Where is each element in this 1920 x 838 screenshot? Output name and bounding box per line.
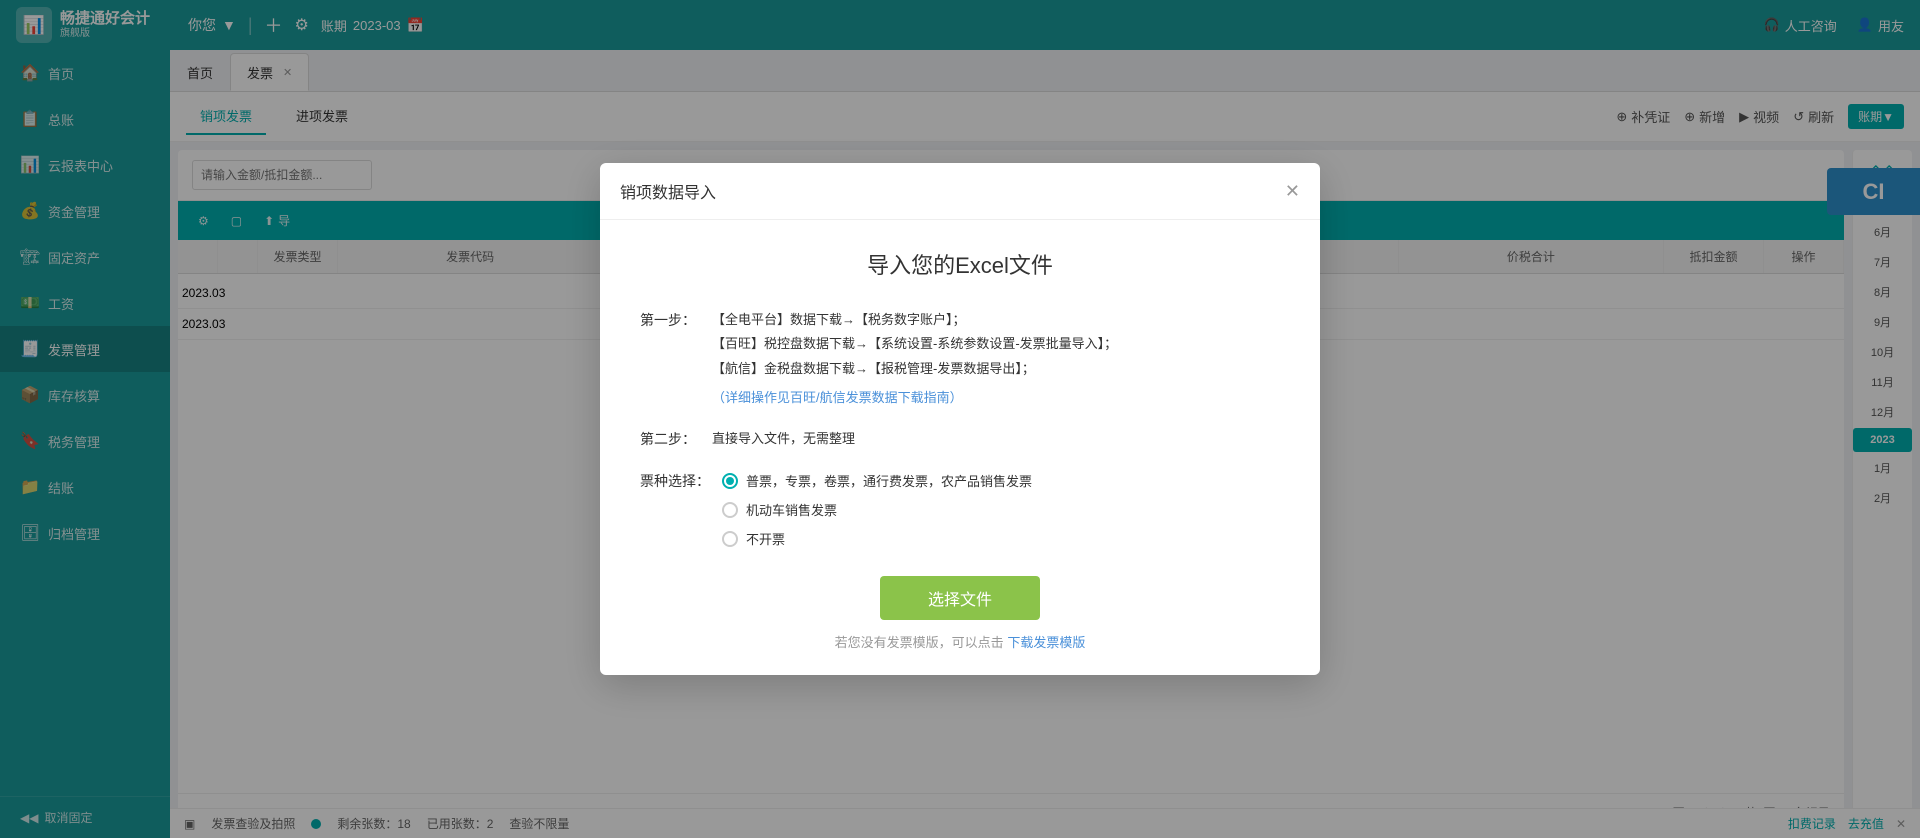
radio-option-1[interactable]: 普票，专票，卷票，通行费发票，农产品销售发票: [722, 471, 1032, 490]
radio-circle-2: [722, 502, 738, 518]
import-title: 导入您的Excel文件: [640, 248, 1280, 280]
download-tip: 若您没有发票模版，可以点击 下载发票模版: [640, 632, 1280, 651]
step1-line1: 【全电平台】数据下载→【税务数字账户】；: [712, 308, 1117, 333]
radio-label-3: 不开票: [746, 529, 785, 548]
step2-content: 直接导入文件，无需整理: [712, 427, 855, 452]
step1-label: 第一步：: [640, 308, 700, 330]
step2-row: 第二步： 直接导入文件，无需整理: [640, 427, 1280, 452]
step1-link-row: （详细操作见百旺/航信发票数据下载指南）: [712, 386, 1117, 411]
select-file-button[interactable]: 选择文件: [880, 576, 1040, 620]
step2-label: 第二步：: [640, 427, 700, 449]
step1-content: 【全电平台】数据下载→【税务数字账户】； 【百旺】税控盘数据下载→【系统设置-系…: [712, 308, 1117, 411]
ticket-section: 票种选择： 普票，专票，卷票，通行费发票，农产品销售发票 机动车销售发票: [640, 471, 1280, 548]
ticket-label: 票种选择：: [640, 471, 710, 491]
dialog-overlay: 销项数据导入 ✕ 导入您的Excel文件 第一步： 【全电平台】数据下载→【税务…: [0, 0, 1920, 838]
dialog-header: 销项数据导入 ✕: [600, 163, 1320, 220]
step1-guide-link[interactable]: （详细操作见百旺/航信发票数据下载指南）: [712, 390, 963, 405]
import-dialog: 销项数据导入 ✕ 导入您的Excel文件 第一步： 【全电平台】数据下载→【税务…: [600, 163, 1320, 675]
step1-line2: 【百旺】税控盘数据下载→【系统设置-系统参数设置-发票批量导入】；: [712, 332, 1117, 357]
step1-line3: 【航信】金税盘数据下载→【报税管理-发票数据导出】；: [712, 357, 1117, 382]
radio-label-1: 普票，专票，卷票，通行费发票，农产品销售发票: [746, 471, 1032, 490]
dialog-close-button[interactable]: ✕: [1285, 182, 1300, 200]
ticket-row: 票种选择： 普票，专票，卷票，通行费发票，农产品销售发票 机动车销售发票: [640, 471, 1280, 548]
radio-group: 普票，专票，卷票，通行费发票，农产品销售发票 机动车销售发票 不开票: [722, 471, 1032, 548]
radio-label-2: 机动车销售发票: [746, 500, 837, 519]
download-template-link[interactable]: 下载发票模版: [1007, 635, 1085, 650]
step1-row: 第一步： 【全电平台】数据下载→【税务数字账户】； 【百旺】税控盘数据下载→【系…: [640, 308, 1280, 411]
radio-option-3[interactable]: 不开票: [722, 529, 1032, 548]
radio-option-2[interactable]: 机动车销售发票: [722, 500, 1032, 519]
download-tip-text: 若您没有发票模版，可以点击: [835, 635, 1004, 650]
radio-circle-1: [722, 473, 738, 489]
dialog-title: 销项数据导入: [620, 179, 716, 203]
radio-circle-3: [722, 531, 738, 547]
dialog-body: 导入您的Excel文件 第一步： 【全电平台】数据下载→【税务数字账户】； 【百…: [600, 220, 1320, 675]
